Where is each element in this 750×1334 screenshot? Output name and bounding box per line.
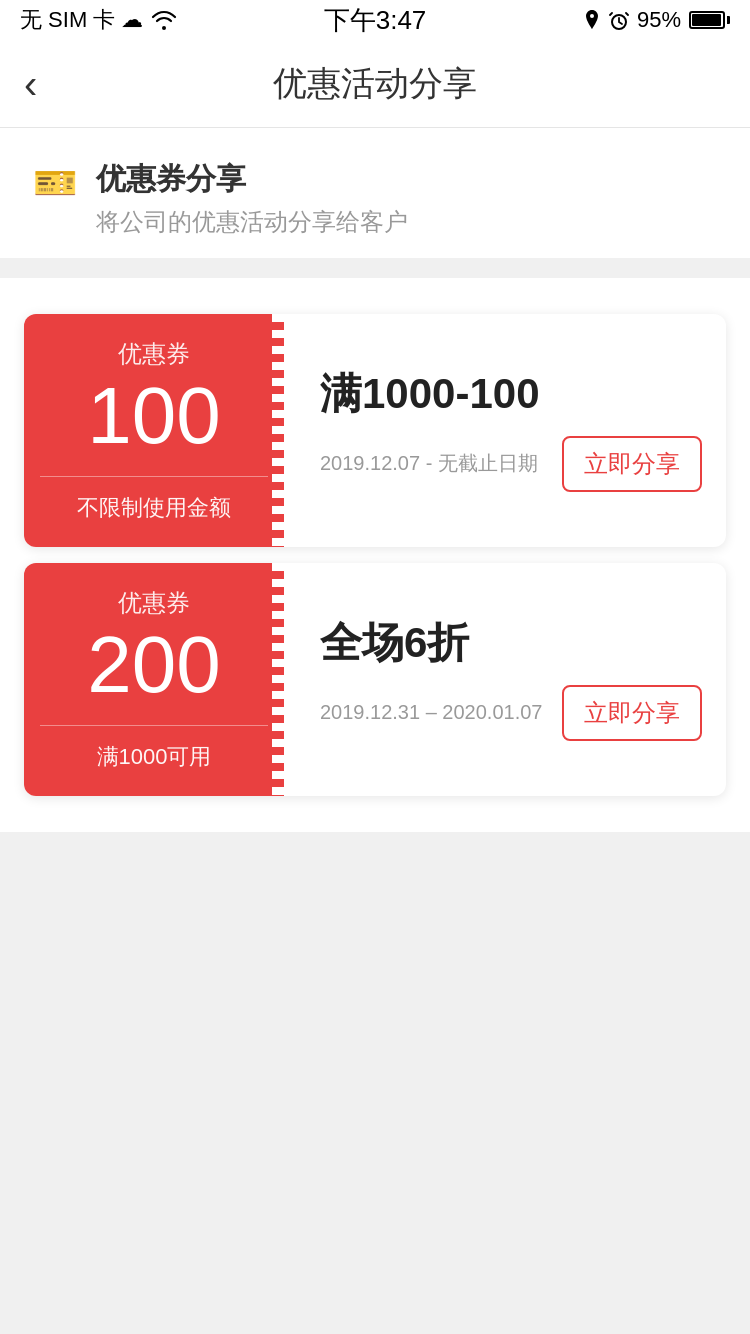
coupon-condition-1: 不限制使用金额 — [77, 493, 231, 523]
coupon-amount-1: 100 — [87, 376, 220, 456]
section-subtitle: 将公司的优惠活动分享给客户 — [96, 206, 408, 238]
location-icon — [583, 9, 601, 31]
status-bar: 无 SIM 卡 ☁ 下午3:47 95% — [0, 0, 750, 40]
status-right: 95% — [583, 7, 730, 33]
section-text: 优惠券分享 将公司的优惠活动分享给客户 — [96, 158, 408, 238]
coupon-card-1: 优惠券 100 不限制使用金额 满1000-100 2019.12.07 - 无… — [24, 314, 726, 547]
status-left: 无 SIM 卡 ☁ — [20, 5, 177, 35]
coupon-left-1: 优惠券 100 不限制使用金额 — [24, 314, 284, 547]
coupon-right-1: 满1000-100 2019.12.07 - 无截止日期 立即分享 — [284, 314, 726, 547]
share-button-2[interactable]: 立即分享 — [562, 685, 702, 741]
coupons-container: 优惠券 100 不限制使用金额 满1000-100 2019.12.07 - 无… — [0, 278, 750, 832]
sim-label: 无 SIM 卡 ☁ — [20, 5, 143, 35]
battery-icon — [689, 11, 730, 29]
coupon-date-1: 2019.12.07 - 无截止日期 — [320, 450, 550, 477]
coupon-condition-2: 满1000可用 — [97, 742, 212, 772]
coupon-footer-2: 2019.12.31 – 2020.01.07 立即分享 — [320, 685, 702, 741]
section-title: 优惠券分享 — [96, 158, 408, 200]
coupon-card-2: 优惠券 200 满1000可用 全场6折 2019.12.31 – 2020.0… — [24, 563, 726, 796]
coupon-footer-1: 2019.12.07 - 无截止日期 立即分享 — [320, 436, 702, 492]
coupon-date-2: 2019.12.31 – 2020.01.07 — [320, 701, 550, 724]
coupon-icon: 🎫 — [30, 158, 80, 208]
battery-percent: 95% — [637, 7, 681, 33]
coupon-divider-1 — [40, 476, 268, 477]
coupon-right-2: 全场6折 2019.12.31 – 2020.01.07 立即分享 — [284, 563, 726, 796]
section-header: 🎫 优惠券分享 将公司的优惠活动分享给客户 — [0, 128, 750, 258]
coupon-label-2: 优惠券 — [118, 587, 190, 619]
section-divider — [0, 258, 750, 278]
coupon-label-1: 优惠券 — [118, 338, 190, 370]
share-button-1[interactable]: 立即分享 — [562, 436, 702, 492]
coupon-name-2: 全场6折 — [320, 618, 702, 668]
back-button[interactable]: ‹ — [24, 64, 37, 104]
coupon-amount-2: 200 — [87, 625, 220, 705]
coupon-left-2: 优惠券 200 满1000可用 — [24, 563, 284, 796]
empty-background — [0, 832, 750, 1334]
coupon-name-1: 满1000-100 — [320, 369, 702, 419]
coupon-divider-2 — [40, 725, 268, 726]
wifi-icon — [151, 10, 177, 30]
alarm-icon — [609, 9, 629, 31]
status-time: 下午3:47 — [324, 3, 427, 38]
nav-bar: ‹ 优惠活动分享 — [0, 40, 750, 128]
page-title: 优惠活动分享 — [273, 61, 477, 107]
